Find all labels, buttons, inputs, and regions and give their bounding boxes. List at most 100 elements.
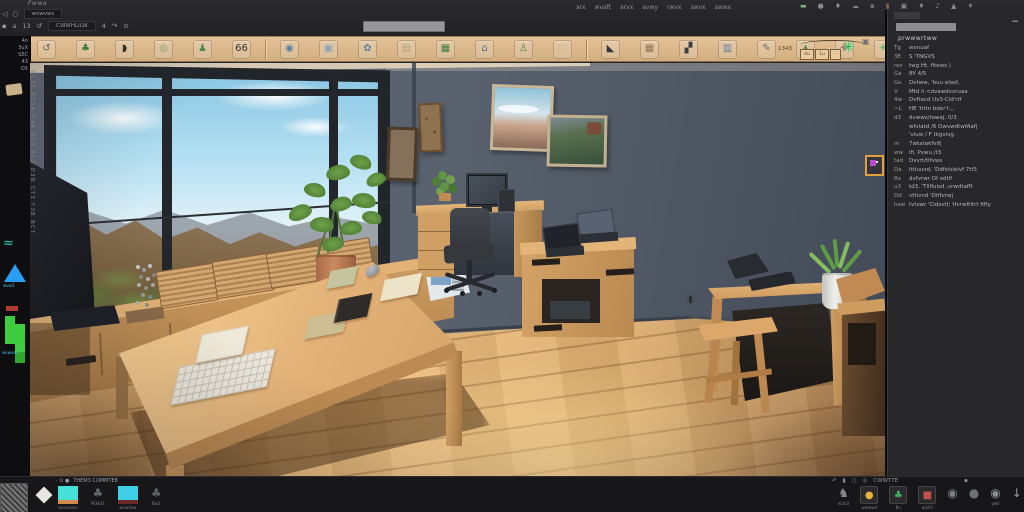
toolbar-icon-figure[interactable]: ♟ bbox=[193, 39, 212, 59]
pin-icon[interactable]: ♦ bbox=[835, 2, 841, 10]
material-swatch-1[interactable]: wvwavwv bbox=[58, 486, 78, 510]
menu-item-3[interactable]: avwy bbox=[642, 4, 658, 11]
asset-header-end-icon[interactable]: ▪ bbox=[964, 478, 968, 484]
knob-1-glyph[interactable]: ◉ bbox=[947, 486, 957, 500]
note-icon[interactable]: ♪ bbox=[936, 2, 940, 10]
loop-icon[interactable]: ↺ bbox=[37, 22, 42, 30]
material-swatch-2[interactable]: wvwdvw bbox=[117, 486, 138, 510]
box-icon[interactable]: ▪ bbox=[2, 22, 6, 30]
panel-row-5[interactable]: V Mtd ii <dvawdvvruaa bbox=[894, 87, 1022, 96]
footprints-icon-glyph[interactable]: ♞ bbox=[838, 486, 849, 500]
toolbar-icon-figure2[interactable]: ♙ bbox=[514, 39, 533, 59]
panel-row-2[interactable]: res twg Ht, fitews ) bbox=[894, 61, 1022, 70]
red-square-slot-box[interactable]: ■ bbox=[918, 486, 937, 504]
frame-icon[interactable]: ▣ bbox=[901, 2, 908, 10]
panel-row-6[interactable]: 4w Dvftacd Uv3-Cid'rtf bbox=[894, 96, 1022, 105]
menu-item-5[interactable]: swvx bbox=[690, 4, 705, 11]
footprints-icon[interactable]: ♞ w3U3 bbox=[838, 486, 849, 506]
panel-row-1[interactable]: 3E S 'TNGVS bbox=[894, 53, 1022, 62]
toolbar-icon-sheet[interactable]: ▤ bbox=[397, 39, 416, 59]
knob-1[interactable]: ◉ bbox=[947, 486, 957, 500]
toolbar-icon-binocular[interactable]: 66 bbox=[232, 39, 251, 59]
triangle-tool-icon[interactable] bbox=[4, 264, 26, 282]
download-arrow-glyph[interactable]: ↓ bbox=[1012, 486, 1022, 500]
panel-row-14[interactable]: Da ittiuuvd, 'Ddfsivielvf 7tf3 bbox=[894, 166, 1022, 175]
panel-row-12[interactable]: ww ifi, Pvwu./t3 bbox=[894, 148, 1022, 157]
asset-header-icon-1[interactable]: ▮ bbox=[843, 478, 846, 484]
shader-node-icon-2[interactable]: ♣ Bw3 bbox=[151, 486, 162, 506]
toolbar-icon-tree[interactable]: ♣ bbox=[76, 39, 95, 59]
dot-icon[interactable]: ♦ bbox=[967, 2, 973, 10]
menu-item-6[interactable]: swwx bbox=[715, 4, 732, 11]
sparkle-icon[interactable]: ✳ bbox=[842, 38, 855, 56]
toolbar-icon-wedge[interactable]: ◣ bbox=[601, 39, 620, 59]
material-swatch-1-swatch[interactable] bbox=[58, 486, 78, 504]
mode-pill[interactable]: CWWHLILW bbox=[48, 21, 96, 31]
toolbar-icon-grid-green[interactable]: ▦ bbox=[436, 39, 455, 59]
panel-row-18[interactable]: haw tvtswr 'Cidsvtt; tfvrwftitrt fifty bbox=[894, 200, 1022, 209]
panel-search-input[interactable] bbox=[896, 23, 956, 31]
toolbar-icon-curve[interactable]: ◗ bbox=[115, 39, 134, 59]
back-icon[interactable]: ◁ bbox=[2, 10, 7, 18]
toolbar-icon-flower[interactable]: ✿ bbox=[358, 39, 377, 59]
gizmo-swatch-icon[interactable] bbox=[865, 155, 884, 176]
toolbar-icon-blank-sheet[interactable]: ▢ bbox=[553, 39, 572, 59]
session-pill[interactable]: wvwvws bbox=[23, 9, 63, 19]
panel-row-4[interactable]: Go Dvtww, 'buu elasf, bbox=[894, 79, 1022, 88]
yellow-orb-slot[interactable]: ● wwwwd bbox=[860, 486, 879, 510]
toolbar-icon-panel[interactable]: ▣ bbox=[319, 39, 338, 59]
knob-3[interactable]: ◉ pwll bbox=[990, 486, 1000, 506]
minimize-icon[interactable]: − bbox=[1011, 18, 1019, 27]
lock-icon[interactable]: ● bbox=[818, 2, 824, 10]
red-marker-icon[interactable] bbox=[6, 306, 18, 311]
bell-icon[interactable]: ♦ bbox=[918, 2, 924, 10]
asset-header-icon-3[interactable]: ◎ bbox=[862, 478, 867, 484]
curve-tool-icon[interactable]: ≈ bbox=[3, 236, 14, 251]
clock-icon[interactable]: ⊙ bbox=[123, 22, 128, 30]
green-clover-slot[interactable]: ♣ Bu bbox=[889, 486, 908, 510]
viewport-3d[interactable] bbox=[30, 63, 885, 476]
menu-item-0[interactable]: arx bbox=[576, 4, 586, 11]
cloud-icon[interactable]: ☁ bbox=[852, 2, 859, 10]
panel-row-3[interactable]: Ga BY 4/5 bbox=[894, 70, 1022, 79]
panel-row-8[interactable]: d3 dvwws/tawaj, 0/3 bbox=[894, 114, 1022, 123]
red-square-slot[interactable]: ■ w3A3 bbox=[918, 486, 937, 510]
texture-thumbnail[interactable] bbox=[0, 483, 28, 512]
node-box-1[interactable]: 4u bbox=[800, 49, 814, 60]
column-icon[interactable]: ▮ bbox=[886, 2, 890, 10]
knob-2-glyph[interactable]: ● bbox=[969, 486, 979, 500]
menu-item-1[interactable]: wvaft bbox=[595, 4, 612, 11]
blocks-tool-icon[interactable] bbox=[5, 316, 15, 344]
menu-item-2[interactable]: arvx bbox=[620, 4, 633, 11]
yellow-orb-slot-box[interactable]: ● bbox=[860, 486, 879, 504]
asset-header-icon-0[interactable]: ↶ bbox=[832, 478, 837, 484]
a-icon[interactable]: a bbox=[12, 22, 16, 30]
menu-item-4[interactable]: rwvx bbox=[667, 4, 681, 11]
panel-row-11[interactable]: m 7wtatwtfvifj bbox=[894, 140, 1022, 149]
node-box-2[interactable]: 1u bbox=[815, 49, 829, 60]
download-arrow[interactable]: ↓ bbox=[1012, 486, 1022, 500]
mountain-icon[interactable]: ▲ bbox=[951, 2, 956, 10]
swatch-tan-icon[interactable] bbox=[5, 82, 23, 97]
dash-icon[interactable]: ▪ bbox=[870, 2, 875, 10]
material-swatch-2-swatch[interactable] bbox=[117, 486, 138, 504]
panel-row-15[interactable]: Ro dvfvrwr Df odtif bbox=[894, 174, 1022, 183]
asset-header-icon-2[interactable]: ○ bbox=[852, 478, 857, 484]
panel-row-16[interactable]: u3 td3, 'Tlifiuisd ,vrwdtafft bbox=[894, 183, 1022, 192]
toolbar-icon-house[interactable]: ⌂ bbox=[475, 39, 494, 59]
toolbar-icon-probe[interactable]: ◎ bbox=[154, 39, 173, 59]
knob-2[interactable]: ● bbox=[969, 486, 979, 500]
panel-row-9[interactable]: wfvlatd /6 DwvwdtwfAafj bbox=[894, 122, 1022, 131]
knob-3-glyph[interactable]: ◉ bbox=[990, 486, 1000, 500]
shader-node-icon-2-glyph[interactable]: ♣ bbox=[151, 486, 162, 500]
camera-icon[interactable]: ▣ bbox=[862, 37, 870, 46]
circle-icon[interactable]: ○ bbox=[12, 10, 18, 18]
toolbar-icon-lasso[interactable]: ↺ bbox=[37, 39, 56, 59]
panel-row-0[interactable]: Tg wvnuaf bbox=[894, 44, 1022, 53]
toolbar-icon-doc-blue[interactable]: ▥ bbox=[718, 39, 737, 59]
shader-node-icon-glyph[interactable]: ♣ bbox=[93, 486, 104, 500]
toolbar-icon-desk[interactable]: ▞ bbox=[679, 39, 698, 59]
panel-row-17[interactable]: Dd vttivnd 'Ditfvrwj bbox=[894, 192, 1022, 201]
panel-tab[interactable] bbox=[894, 12, 920, 19]
node-box-3[interactable]: · bbox=[830, 49, 841, 60]
